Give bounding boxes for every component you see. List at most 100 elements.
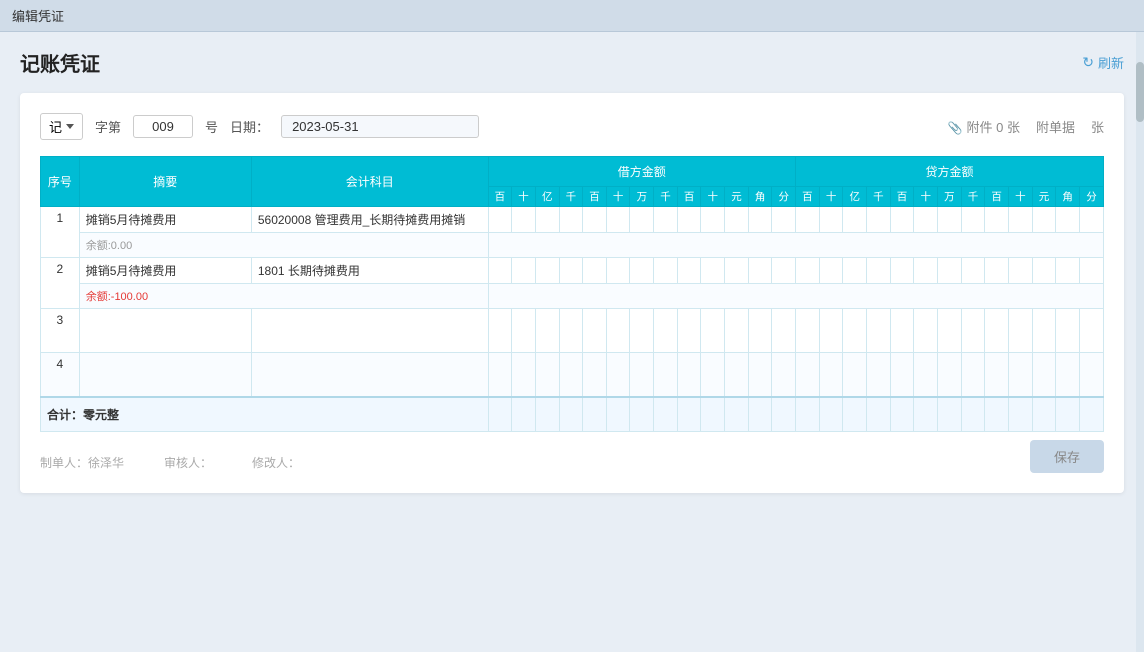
refresh-button[interactable]: ↻ 刷新 — [1082, 53, 1124, 72]
seq-2: 2 — [41, 258, 80, 309]
th-debit-yi: 亿 — [535, 187, 559, 207]
cr2-c9[interactable] — [985, 258, 1009, 284]
d1-c10[interactable] — [701, 207, 725, 233]
d2-c1[interactable] — [488, 258, 512, 284]
attachment-link[interactable]: 📎 附件 0 张 — [948, 117, 1020, 136]
d1-c3[interactable] — [535, 207, 559, 233]
table-row-4: 4 — [41, 353, 1104, 397]
cr2-c8[interactable] — [961, 258, 985, 284]
d2-c13[interactable] — [772, 258, 796, 284]
seq-3: 3 — [41, 309, 80, 353]
th-debit-jiao: 角 — [748, 187, 772, 207]
d1-c7[interactable] — [630, 207, 654, 233]
cr1-c7[interactable] — [938, 207, 962, 233]
th-credit-wan: 万 — [938, 187, 962, 207]
d2-c9[interactable] — [677, 258, 701, 284]
d2-c10[interactable] — [701, 258, 725, 284]
th-credit-group: 贷方金额 — [796, 157, 1104, 187]
maker-label: 制单人： — [40, 456, 88, 470]
d1-c9[interactable] — [677, 207, 701, 233]
cr2-c6[interactable] — [914, 258, 938, 284]
d1-c13[interactable] — [772, 207, 796, 233]
cr2-c5[interactable] — [890, 258, 914, 284]
d2-c7[interactable] — [630, 258, 654, 284]
refresh-icon: ↻ — [1082, 54, 1094, 71]
d1-c11[interactable] — [725, 207, 749, 233]
balance-1: 余额:0.00 — [79, 233, 488, 258]
cr2-c3[interactable] — [843, 258, 867, 284]
d2-c2[interactable] — [512, 258, 536, 284]
d1-c12[interactable] — [748, 207, 772, 233]
d2-c8[interactable] — [654, 258, 678, 284]
cr1-c3[interactable] — [843, 207, 867, 233]
cr1-c1[interactable] — [796, 207, 820, 233]
cr2-c1[interactable] — [796, 258, 820, 284]
th-credit-shi2: 十 — [914, 187, 938, 207]
d1-c8[interactable] — [654, 207, 678, 233]
account-2[interactable]: 1801 长期待摊费用 — [251, 258, 488, 284]
d2-c4[interactable] — [559, 258, 583, 284]
cr1-c13[interactable] — [1079, 207, 1103, 233]
hao-label: 号 — [205, 117, 218, 136]
cr2-c7[interactable] — [938, 258, 962, 284]
cr1-c8[interactable] — [961, 207, 985, 233]
scrollbar-thumb[interactable] — [1136, 62, 1144, 122]
voucher-type-button[interactable]: 记 — [40, 113, 83, 140]
balance-text-1: 余额:0.00 — [86, 240, 132, 252]
cr2-c12[interactable] — [1056, 258, 1080, 284]
cr1-c5[interactable] — [890, 207, 914, 233]
summary-3[interactable] — [79, 309, 251, 353]
voucher-number-input[interactable] — [133, 115, 193, 138]
account-3[interactable] — [251, 309, 488, 353]
total-label: 合计：零元整 — [41, 397, 489, 432]
th-credit-jiao: 角 — [1056, 187, 1080, 207]
d1-c5[interactable] — [583, 207, 607, 233]
cr2-c2[interactable] — [819, 258, 843, 284]
zi-label: 字第 — [95, 117, 121, 136]
th-credit-shi: 十 — [819, 187, 843, 207]
footer-row: 制单人：徐泽华 审核人： 修改人： — [40, 442, 300, 471]
account-4[interactable] — [251, 353, 488, 397]
cr2-c11[interactable] — [1032, 258, 1056, 284]
save-button[interactable]: 保存 — [1030, 440, 1104, 473]
d2-c3[interactable] — [535, 258, 559, 284]
total-row: 合计：零元整 — [41, 397, 1104, 432]
maker-info: 制单人：徐泽华 — [40, 454, 124, 471]
scrollbar-track — [1136, 32, 1144, 652]
footer-area: 制单人：徐泽华 审核人： 修改人： 保存 — [40, 440, 1104, 473]
cr2-c13[interactable] — [1079, 258, 1103, 284]
balance-spacer-1 — [488, 233, 1103, 258]
d2-c12[interactable] — [748, 258, 772, 284]
d2-c6[interactable] — [606, 258, 630, 284]
cr1-c11[interactable] — [1032, 207, 1056, 233]
d1-c6[interactable] — [606, 207, 630, 233]
seq-4: 4 — [41, 353, 80, 397]
summary-1[interactable]: 摊销5月待摊费用 — [79, 207, 251, 233]
summary-4[interactable] — [79, 353, 251, 397]
attachment-area: 📎 附件 0 张 附单据 张 — [948, 117, 1104, 136]
d2-c5[interactable] — [583, 258, 607, 284]
d1-c1[interactable] — [488, 207, 512, 233]
cr1-c4[interactable] — [867, 207, 891, 233]
attach-receipt-button[interactable]: 附单据 — [1036, 117, 1075, 136]
balance-text-2: 余额:-100.00 — [86, 291, 148, 303]
cr1-c6[interactable] — [914, 207, 938, 233]
summary-2[interactable]: 摊销5月待摊费用 — [79, 258, 251, 284]
cr1-c10[interactable] — [1008, 207, 1032, 233]
paperclip-icon: 📎 — [948, 121, 963, 135]
th-debit-shi2: 十 — [606, 187, 630, 207]
account-1[interactable]: 56020008 管理费用_长期待摊费用摊销 — [251, 207, 488, 233]
d1-c4[interactable] — [559, 207, 583, 233]
cr2-c4[interactable] — [867, 258, 891, 284]
cr1-c2[interactable] — [819, 207, 843, 233]
th-seq: 序号 — [41, 157, 80, 207]
voucher-form-row: 记 字第 号 日期： 📎 附件 0 张 附单据 张 — [40, 113, 1104, 140]
date-input[interactable] — [281, 115, 479, 138]
cr2-c10[interactable] — [1008, 258, 1032, 284]
cr1-c12[interactable] — [1056, 207, 1080, 233]
page-title: 记账凭证 — [20, 48, 100, 77]
th-credit-bai3: 百 — [985, 187, 1009, 207]
d2-c11[interactable] — [725, 258, 749, 284]
d1-c2[interactable] — [512, 207, 536, 233]
cr1-c9[interactable] — [985, 207, 1009, 233]
